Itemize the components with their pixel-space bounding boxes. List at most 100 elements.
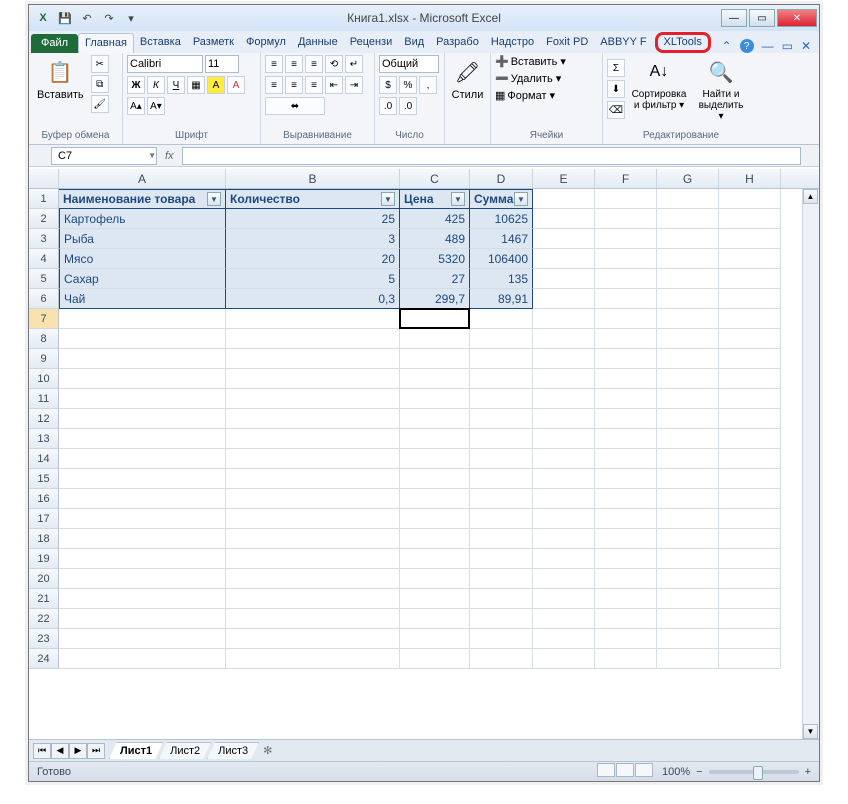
cell[interactable]	[400, 449, 470, 469]
cell[interactable]	[59, 389, 226, 409]
dec-decimal-icon[interactable]: .0	[399, 97, 417, 115]
cell[interactable]	[226, 509, 400, 529]
cell[interactable]	[657, 649, 719, 669]
cell[interactable]	[595, 289, 657, 309]
cell[interactable]: Картофель	[59, 209, 226, 229]
cell[interactable]	[400, 509, 470, 529]
cell[interactable]	[533, 189, 595, 209]
cell[interactable]	[719, 309, 781, 329]
cell[interactable]	[595, 369, 657, 389]
cell[interactable]	[470, 369, 533, 389]
sum-icon[interactable]: Σ	[607, 59, 625, 77]
cell[interactable]	[595, 389, 657, 409]
minimize-button[interactable]: —	[721, 9, 747, 27]
cell[interactable]	[719, 229, 781, 249]
cell[interactable]	[59, 449, 226, 469]
cell[interactable]	[226, 589, 400, 609]
cell[interactable]	[226, 529, 400, 549]
cell[interactable]	[400, 329, 470, 349]
cell[interactable]	[595, 649, 657, 669]
tab-abbyy f[interactable]: ABBYY F	[594, 33, 652, 53]
row-header-19[interactable]: 19	[29, 549, 59, 569]
number-format-select[interactable]	[379, 55, 439, 73]
cell[interactable]	[400, 649, 470, 669]
cell[interactable]	[59, 489, 226, 509]
cell[interactable]	[533, 349, 595, 369]
cell[interactable]	[470, 629, 533, 649]
save-icon[interactable]: 💾	[57, 10, 73, 26]
cell[interactable]	[59, 309, 226, 329]
row-header-9[interactable]: 9	[29, 349, 59, 369]
row-header-24[interactable]: 24	[29, 649, 59, 669]
cell[interactable]	[719, 529, 781, 549]
row-header-23[interactable]: 23	[29, 629, 59, 649]
cell[interactable]	[595, 509, 657, 529]
cell[interactable]: 3	[226, 229, 400, 249]
cell[interactable]	[59, 529, 226, 549]
cell[interactable]	[533, 489, 595, 509]
qat-more-icon[interactable]: ▾	[123, 10, 139, 26]
cut-icon[interactable]: ✂	[91, 55, 109, 73]
cell[interactable]	[533, 469, 595, 489]
align-bot-icon[interactable]: ≡	[305, 55, 323, 73]
col-header-E[interactable]: E	[533, 169, 595, 188]
tab-file[interactable]: Файл	[31, 34, 78, 53]
filter-dropdown-icon[interactable]: ▼	[207, 192, 221, 206]
cell[interactable]	[533, 429, 595, 449]
cell[interactable]	[595, 629, 657, 649]
cell[interactable]	[59, 589, 226, 609]
cell[interactable]	[719, 209, 781, 229]
cell[interactable]	[59, 349, 226, 369]
cell[interactable]	[657, 629, 719, 649]
cell[interactable]	[226, 489, 400, 509]
cell[interactable]	[226, 309, 400, 329]
cell[interactable]	[657, 469, 719, 489]
cell[interactable]	[470, 309, 533, 329]
tab-разрабо[interactable]: Разрабо	[430, 33, 485, 53]
indent-dec-icon[interactable]: ⇤	[325, 76, 343, 94]
table-header-cell[interactable]: Наименование товара▼	[59, 189, 226, 209]
cell[interactable]	[719, 489, 781, 509]
cell[interactable]	[59, 409, 226, 429]
align-right-icon[interactable]: ≡	[305, 76, 323, 94]
cell[interactable]	[595, 329, 657, 349]
cell[interactable]	[533, 389, 595, 409]
cell[interactable]	[719, 509, 781, 529]
cell[interactable]	[59, 369, 226, 389]
cell[interactable]	[657, 249, 719, 269]
row-header-8[interactable]: 8	[29, 329, 59, 349]
wrap-text-icon[interactable]: ↵	[345, 55, 363, 73]
tab-foxit pd[interactable]: Foxit PD	[540, 33, 594, 53]
cell[interactable]: 299,7	[400, 289, 470, 309]
cell[interactable]	[59, 429, 226, 449]
inc-decimal-icon[interactable]: .0	[379, 97, 397, 115]
cell[interactable]	[59, 569, 226, 589]
sheet-nav-prev-icon[interactable]: ◀	[51, 743, 69, 759]
cell[interactable]: 89,91	[470, 289, 533, 309]
row-header-17[interactable]: 17	[29, 509, 59, 529]
cell[interactable]	[533, 529, 595, 549]
chevron-down-icon[interactable]: ▼	[148, 151, 156, 160]
cell[interactable]	[226, 449, 400, 469]
cell[interactable]	[226, 429, 400, 449]
view-buttons[interactable]	[597, 763, 654, 780]
cell[interactable]	[595, 209, 657, 229]
cell[interactable]	[533, 289, 595, 309]
cell[interactable]: 27	[400, 269, 470, 289]
cell[interactable]	[657, 509, 719, 529]
cell[interactable]	[719, 589, 781, 609]
insert-cells-button[interactable]: ➕Вставить ▾	[495, 55, 566, 68]
cell[interactable]	[719, 549, 781, 569]
cell[interactable]	[59, 629, 226, 649]
cell[interactable]	[595, 569, 657, 589]
cell[interactable]	[470, 509, 533, 529]
sheet-nav-next-icon[interactable]: ▶	[69, 743, 87, 759]
cell[interactable]	[595, 469, 657, 489]
sort-filter-button[interactable]: A↓ Сортировка и фильтр ▾	[628, 55, 690, 113]
cell[interactable]	[533, 409, 595, 429]
align-top-icon[interactable]: ≡	[265, 55, 283, 73]
cell[interactable]	[595, 249, 657, 269]
cell[interactable]	[470, 409, 533, 429]
cell[interactable]: 20	[226, 249, 400, 269]
tab-xltools[interactable]: XLTools	[655, 32, 711, 53]
